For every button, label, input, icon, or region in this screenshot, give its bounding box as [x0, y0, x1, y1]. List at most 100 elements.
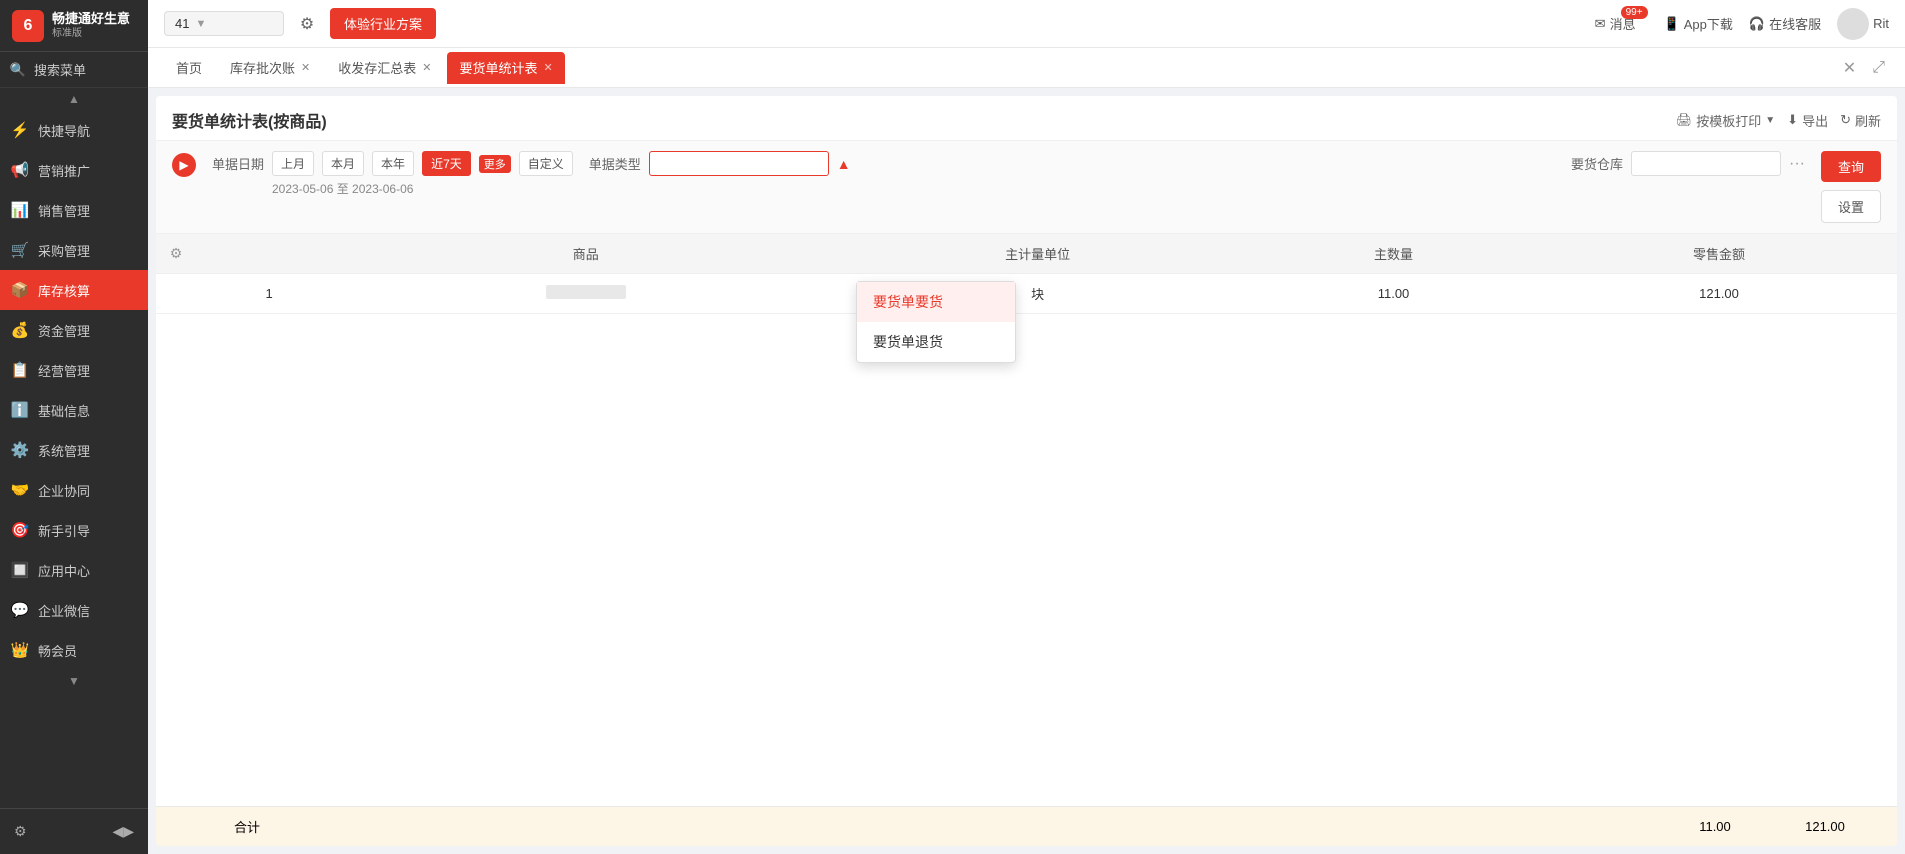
- query-btn[interactable]: 查询: [1821, 151, 1881, 182]
- sidebar-item-cooperation[interactable]: 🤝 企业协同: [0, 470, 148, 510]
- total-label: 合计: [218, 817, 1465, 836]
- filter-bar: ▶ 单据日期 上月 本月 本年 近7天 更多 自定义 2023-05-06 至 …: [156, 141, 1897, 234]
- sidebar-label-inventory: 库存核算: [38, 281, 90, 300]
- avatar: [1837, 8, 1869, 40]
- cell-product-0: [342, 274, 829, 314]
- date-more-tag[interactable]: 更多: [479, 155, 511, 173]
- sidebar-item-guide[interactable]: 🎯 新手引导: [0, 510, 148, 550]
- tab-batch-account[interactable]: 库存批次账✕: [218, 52, 322, 84]
- sidebar-item-vip[interactable]: 👑 畅会员: [0, 630, 148, 670]
- sidebar-label-quick-nav: 快捷导航: [38, 121, 90, 140]
- sidebar-scroll-up[interactable]: ▲: [0, 88, 148, 110]
- tab-close-receive-summary[interactable]: ✕: [422, 61, 431, 74]
- col-amount: 零售金额: [1541, 234, 1897, 274]
- dropdown-item-return[interactable]: 要货单退货: [857, 322, 1015, 362]
- store-chevron-icon: ▼: [195, 18, 206, 30]
- print-icon: 🖨: [1676, 112, 1693, 128]
- page-header: 要货单统计表(按商品) 🖨 按模板打印 ▼ ⬇ 导出 ↻ 刷新: [156, 96, 1897, 141]
- type-dropdown-arrow[interactable]: ▲: [837, 156, 851, 172]
- date-range-text: 2023-05-06 至 2023-06-06: [272, 180, 413, 197]
- top-bar: 41 ▼ ⚙ 体验行业方案 ✉ 消息 99+ 📱 App下载 🎧 在线客服 R: [148, 0, 1905, 48]
- filter-expand-btn[interactable]: ▶: [172, 153, 196, 177]
- sidebar-label-vip: 畅会员: [38, 641, 77, 660]
- filter-settings-btn[interactable]: 设置: [1821, 190, 1881, 223]
- type-filter-label: 单据类型: [589, 154, 641, 173]
- tab-requisition-stats[interactable]: 要货单统计表 ✕: [447, 52, 564, 84]
- date-this-year-btn[interactable]: 本年: [372, 151, 414, 176]
- type-filter-group: 单据类型 ▲: [589, 151, 1555, 176]
- cell-index-0: 1: [196, 274, 342, 314]
- sidebar-item-operations[interactable]: 📋 经营管理: [0, 350, 148, 390]
- topbar-settings-btn[interactable]: ⚙: [292, 9, 322, 39]
- sidebar-icon-guide: 🎯: [10, 520, 30, 540]
- refresh-btn[interactable]: ↻ 刷新: [1840, 111, 1881, 130]
- sidebar-item-system[interactable]: ⚙️ 系统管理: [0, 430, 148, 470]
- sidebar-item-inventory[interactable]: 📦 库存核算: [0, 270, 148, 310]
- sidebar-item-corp-wechat[interactable]: 💬 企业微信: [0, 590, 148, 630]
- sidebar-icon-vip: 👑: [10, 640, 30, 660]
- refresh-label: 刷新: [1855, 111, 1881, 130]
- user-avatar-area[interactable]: Rit: [1837, 8, 1889, 40]
- sidebar-item-purchase[interactable]: 🛒 采购管理: [0, 230, 148, 270]
- date-7days-btn[interactable]: 近7天: [422, 151, 471, 176]
- sidebar-item-marketing[interactable]: 📢 营销推广: [0, 150, 148, 190]
- col-settings-icon[interactable]: ⚙: [170, 245, 183, 261]
- logo-sub: 标准版: [52, 27, 130, 40]
- tab-label-home: 首页: [176, 58, 202, 77]
- col-unit: 主计量单位: [829, 234, 1246, 274]
- message-btn[interactable]: ✉ 消息 99+: [1595, 14, 1636, 33]
- sidebar-item-sales[interactable]: 📊 销售管理: [0, 190, 148, 230]
- sidebar-icon-corp-wechat: 💬: [10, 600, 30, 620]
- type-filter-input[interactable]: [649, 151, 829, 176]
- app-download-icon: 📱: [1664, 16, 1680, 32]
- cell-amount-0: 121.00: [1541, 274, 1897, 314]
- logo-main: 畅捷通好生意: [52, 11, 130, 28]
- message-icon: ✉: [1595, 16, 1606, 32]
- sidebar-icon-quick-nav: ⚡: [10, 120, 30, 140]
- online-service-btn[interactable]: 🎧 在线客服: [1749, 14, 1821, 33]
- sidebar-item-basic-info[interactable]: ℹ️ 基础信息: [0, 390, 148, 430]
- sidebar-label-cooperation: 企业协同: [38, 481, 90, 500]
- date-this-month-btn[interactable]: 本月: [322, 151, 364, 176]
- tab-home[interactable]: 首页: [164, 52, 214, 84]
- expand-tabs-btn[interactable]: ⤢: [1868, 57, 1889, 79]
- tabs-end-btns: ✕ ⤢: [1839, 56, 1889, 80]
- sidebar-icon-system: ⚙️: [10, 440, 30, 460]
- store-selector[interactable]: 41 ▼: [164, 11, 284, 36]
- sidebar-item-finance[interactable]: 💰 资金管理: [0, 310, 148, 350]
- tab-label-requisition-stats: 要货单统计表: [459, 58, 537, 77]
- export-btn[interactable]: ⬇ 导出: [1787, 111, 1828, 130]
- dropdown-item-requisition[interactable]: 要货单要货: [857, 282, 1015, 322]
- logo-icon: 6: [12, 10, 44, 42]
- sidebar-settings-btn[interactable]: ⚙: [10, 819, 31, 844]
- sidebar-icon-sales: 📊: [10, 200, 30, 220]
- user-name: Rit: [1873, 16, 1889, 31]
- table-row: 1 块 11.00 121.00: [156, 274, 1897, 314]
- date-filter-group: 单据日期 上月 本月 本年 近7天 更多 自定义 2023-05-06 至 20…: [212, 151, 573, 197]
- tab-close-requisition-stats[interactable]: ✕: [544, 61, 553, 74]
- close-all-tabs-btn[interactable]: ✕: [1839, 56, 1860, 80]
- sidebar-item-quick-nav[interactable]: ⚡ 快捷导航: [0, 110, 148, 150]
- date-range-row: 2023-05-06 至 2023-06-06: [212, 180, 573, 197]
- page-title: 要货单统计表(按商品): [172, 108, 327, 132]
- col-quantity: 主数量: [1246, 234, 1541, 274]
- logo-text: 畅捷通好生意 标准版: [52, 11, 130, 41]
- sidebar-icon-finance: 💰: [10, 320, 30, 340]
- tab-receive-summary[interactable]: 收发存汇总表✕: [326, 52, 443, 84]
- warehouse-filter-input[interactable]: [1631, 151, 1781, 176]
- sidebar-item-app-center[interactable]: 🔲 应用中心: [0, 550, 148, 590]
- date-custom-btn[interactable]: 自定义: [519, 151, 573, 176]
- filter-more-options-btn[interactable]: ···: [1789, 155, 1805, 173]
- sidebar-scroll-down[interactable]: ▼: [0, 670, 148, 692]
- type-dropdown: 要货单要货要货单退货: [856, 281, 1016, 363]
- store-name: 41: [175, 16, 189, 31]
- search-menu[interactable]: 🔍 搜索菜单: [0, 52, 148, 88]
- table-container: ⚙ 商品 主计量单位 主数量 零售金额 1 块 11.00 121.00: [156, 234, 1897, 806]
- sidebar-collapse-btn[interactable]: ◀▶: [108, 819, 138, 844]
- print-btn[interactable]: 🖨 按模板打印 ▼: [1676, 111, 1775, 130]
- date-last-month-btn[interactable]: 上月: [272, 151, 314, 176]
- trial-btn[interactable]: 体验行业方案: [330, 8, 436, 39]
- app-download-btn[interactable]: 📱 App下载: [1664, 14, 1733, 33]
- tab-close-batch-account[interactable]: ✕: [301, 61, 310, 74]
- col-settings[interactable]: ⚙: [156, 234, 196, 274]
